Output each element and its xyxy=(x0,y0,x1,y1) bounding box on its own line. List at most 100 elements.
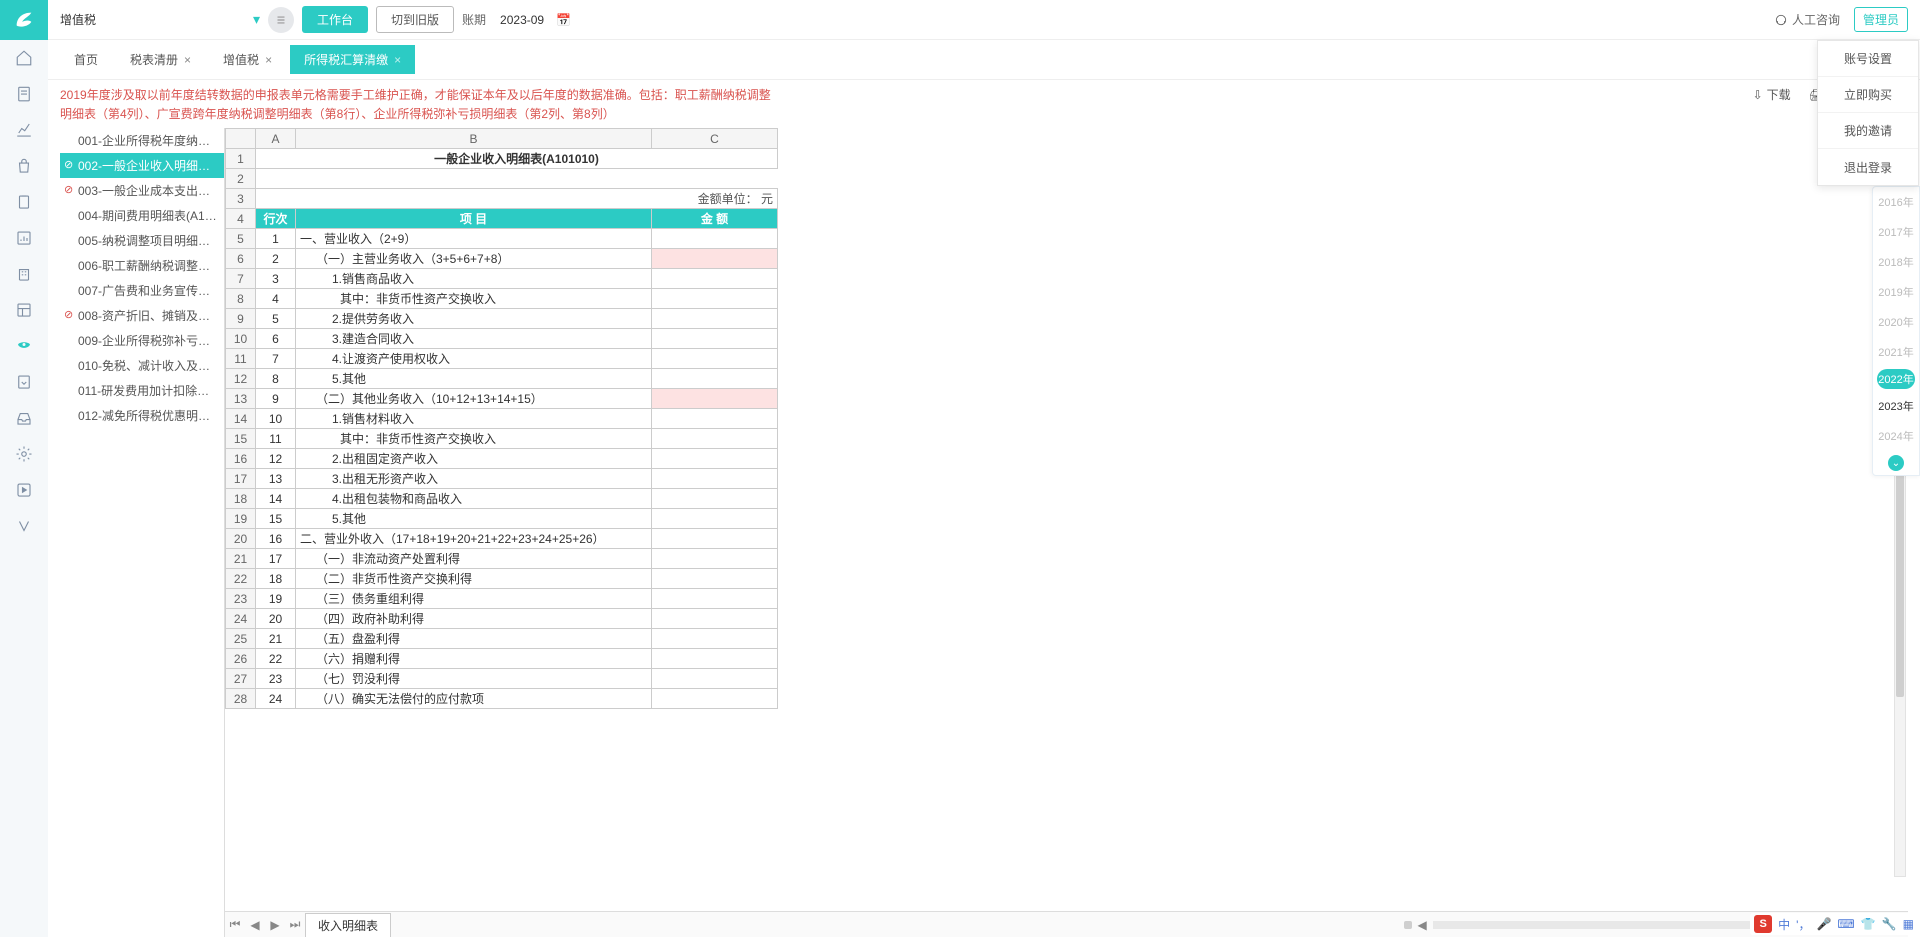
cell-amount[interactable] xyxy=(652,269,778,289)
cell-amount[interactable] xyxy=(652,469,778,489)
user-menu-item[interactable]: 我的邀请 xyxy=(1818,113,1918,149)
row-number[interactable]: 6 xyxy=(226,249,256,269)
sheet-nav-last-icon[interactable]: ⏭ xyxy=(285,917,305,932)
cell-item[interactable]: 1.销售材料收入 xyxy=(296,409,652,429)
cell-rownum[interactable]: 1 xyxy=(256,229,296,249)
row-number[interactable]: 22 xyxy=(226,569,256,589)
cell-amount[interactable] xyxy=(652,649,778,669)
cell-amount[interactable] xyxy=(652,449,778,469)
year-item[interactable]: 2021年 xyxy=(1873,337,1919,367)
period-value[interactable]: 2023-09 xyxy=(500,13,544,27)
cell-item[interactable]: 一、营业收入（2+9） xyxy=(296,229,652,249)
row-number[interactable]: 27 xyxy=(226,669,256,689)
ime-lang[interactable]: 中 xyxy=(1778,916,1790,933)
cell-item[interactable]: 4.出租包装物和商品收入 xyxy=(296,489,652,509)
cell-amount[interactable] xyxy=(652,589,778,609)
cell-amount[interactable] xyxy=(652,689,778,709)
form-list-item[interactable]: 012-减免所得税优惠明细表(… xyxy=(60,403,224,428)
user-menu-item[interactable]: 立即购买 xyxy=(1818,77,1918,113)
cell-item[interactable]: 5.其他 xyxy=(296,369,652,389)
spreadsheet[interactable]: A B C 1 一般企业收入明细表(A101010) 2 3金额单位： 元 xyxy=(225,128,1908,911)
nav-bag-icon[interactable] xyxy=(0,148,48,184)
horizontal-scrollbar[interactable]: ◀ ▶ xyxy=(391,918,1908,932)
tab-1[interactable]: 税表清册× xyxy=(116,45,205,74)
cell-rownum[interactable]: 21 xyxy=(256,629,296,649)
cell-item[interactable]: 1.销售商品收入 xyxy=(296,269,652,289)
nav-archive-icon[interactable] xyxy=(0,364,48,400)
row-number[interactable]: 11 xyxy=(226,349,256,369)
cell-item[interactable]: 5.其他 xyxy=(296,509,652,529)
row-number[interactable]: 13 xyxy=(226,389,256,409)
nav-play-icon[interactable] xyxy=(0,472,48,508)
row-number[interactable]: 15 xyxy=(226,429,256,449)
nav-doc-icon[interactable] xyxy=(0,76,48,112)
cell-rownum[interactable]: 6 xyxy=(256,329,296,349)
workspace-button[interactable]: 工作台 xyxy=(302,6,368,33)
cell-item[interactable]: （七）罚没利得 xyxy=(296,669,652,689)
ime-keyboard-icon[interactable]: ⌨ xyxy=(1837,917,1854,931)
cell-amount[interactable] xyxy=(652,569,778,589)
nav-dashboard-icon[interactable] xyxy=(0,292,48,328)
cell-item[interactable]: 3.建造合同收入 xyxy=(296,329,652,349)
cell-rownum[interactable]: 14 xyxy=(256,489,296,509)
cell-amount[interactable] xyxy=(652,389,778,409)
cell-amount[interactable] xyxy=(652,429,778,449)
row-number[interactable]: 19 xyxy=(226,509,256,529)
cell-rownum[interactable]: 4 xyxy=(256,289,296,309)
sheet-tab[interactable]: 收入明细表 xyxy=(305,913,391,937)
row-number[interactable]: 8 xyxy=(226,289,256,309)
cell-amount[interactable] xyxy=(652,329,778,349)
download-button[interactable]: ⇩ 下载 xyxy=(1753,86,1791,103)
ime-punct-icon[interactable]: '， xyxy=(1796,916,1810,933)
nav-inbox-icon[interactable] xyxy=(0,400,48,436)
form-list-item[interactable]: 011-研发费用加计扣除优惠… xyxy=(60,378,224,403)
tab-0[interactable]: 首页 xyxy=(60,45,112,74)
cell-item[interactable]: 2.出租固定资产收入 xyxy=(296,449,652,469)
row-number[interactable]: 16 xyxy=(226,449,256,469)
row-number[interactable]: 12 xyxy=(226,369,256,389)
nav-settings-icon[interactable] xyxy=(0,436,48,472)
cell-item[interactable]: 3.出租无形资产收入 xyxy=(296,469,652,489)
year-collapse-button[interactable]: ⌄ xyxy=(1873,451,1919,475)
form-list-item[interactable]: 005-纳税调整项目明细表(A1… xyxy=(60,228,224,253)
cell-item[interactable]: （一）非流动资产处置利得 xyxy=(296,549,652,569)
cell-amount[interactable] xyxy=(652,549,778,569)
cell-rownum[interactable]: 17 xyxy=(256,549,296,569)
year-item[interactable]: 2017年 xyxy=(1873,217,1919,247)
row-number[interactable]: 26 xyxy=(226,649,256,669)
module-dropdown[interactable]: 增值税 ▾ xyxy=(60,11,260,28)
form-list-item[interactable]: 009-企业所得税弥补亏损明… xyxy=(60,328,224,353)
cell-item[interactable]: （三）债务重组利得 xyxy=(296,589,652,609)
cell-amount[interactable] xyxy=(652,309,778,329)
app-logo[interactable] xyxy=(0,0,48,40)
cell-rownum[interactable]: 10 xyxy=(256,409,296,429)
ime-brand-icon[interactable]: S xyxy=(1754,915,1772,933)
cell-amount[interactable] xyxy=(652,529,778,549)
cell-amount[interactable] xyxy=(652,289,778,309)
row-number[interactable]: 21 xyxy=(226,549,256,569)
cell-rownum[interactable]: 12 xyxy=(256,449,296,469)
row-number[interactable]: 23 xyxy=(226,589,256,609)
switch-old-button[interactable]: 切到旧版 xyxy=(376,6,454,33)
cell-item[interactable]: （一）主营业务收入（3+5+6+7+8） xyxy=(296,249,652,269)
nav-home-icon[interactable] xyxy=(0,40,48,76)
cell-item[interactable]: 2.提供劳务收入 xyxy=(296,309,652,329)
list-icon[interactable] xyxy=(268,7,294,33)
ime-skin-icon[interactable]: 👕 xyxy=(1861,917,1876,931)
year-item[interactable]: 2019年 xyxy=(1873,277,1919,307)
cell-rownum[interactable]: 8 xyxy=(256,369,296,389)
year-item[interactable]: 2016年 xyxy=(1873,187,1919,217)
cell-rownum[interactable]: 23 xyxy=(256,669,296,689)
year-item[interactable]: 2020年 xyxy=(1873,307,1919,337)
scroll-left-icon[interactable]: ◀ xyxy=(1418,918,1427,932)
cell-amount[interactable] xyxy=(652,489,778,509)
form-list-item[interactable]: ⊘008-资产折旧、摊销及纳税… xyxy=(60,303,224,328)
cell-item[interactable]: 二、营业外收入（17+18+19+20+21+22+23+24+25+26） xyxy=(296,529,652,549)
close-icon[interactable]: × xyxy=(184,53,191,67)
year-item[interactable]: 2022年 xyxy=(1877,369,1915,389)
tab-2[interactable]: 增值税× xyxy=(209,45,286,74)
row-number[interactable]: 25 xyxy=(226,629,256,649)
nav-clipboard-icon[interactable] xyxy=(0,184,48,220)
ime-grid-icon[interactable]: ▦ xyxy=(1903,917,1914,931)
cell-rownum[interactable]: 20 xyxy=(256,609,296,629)
